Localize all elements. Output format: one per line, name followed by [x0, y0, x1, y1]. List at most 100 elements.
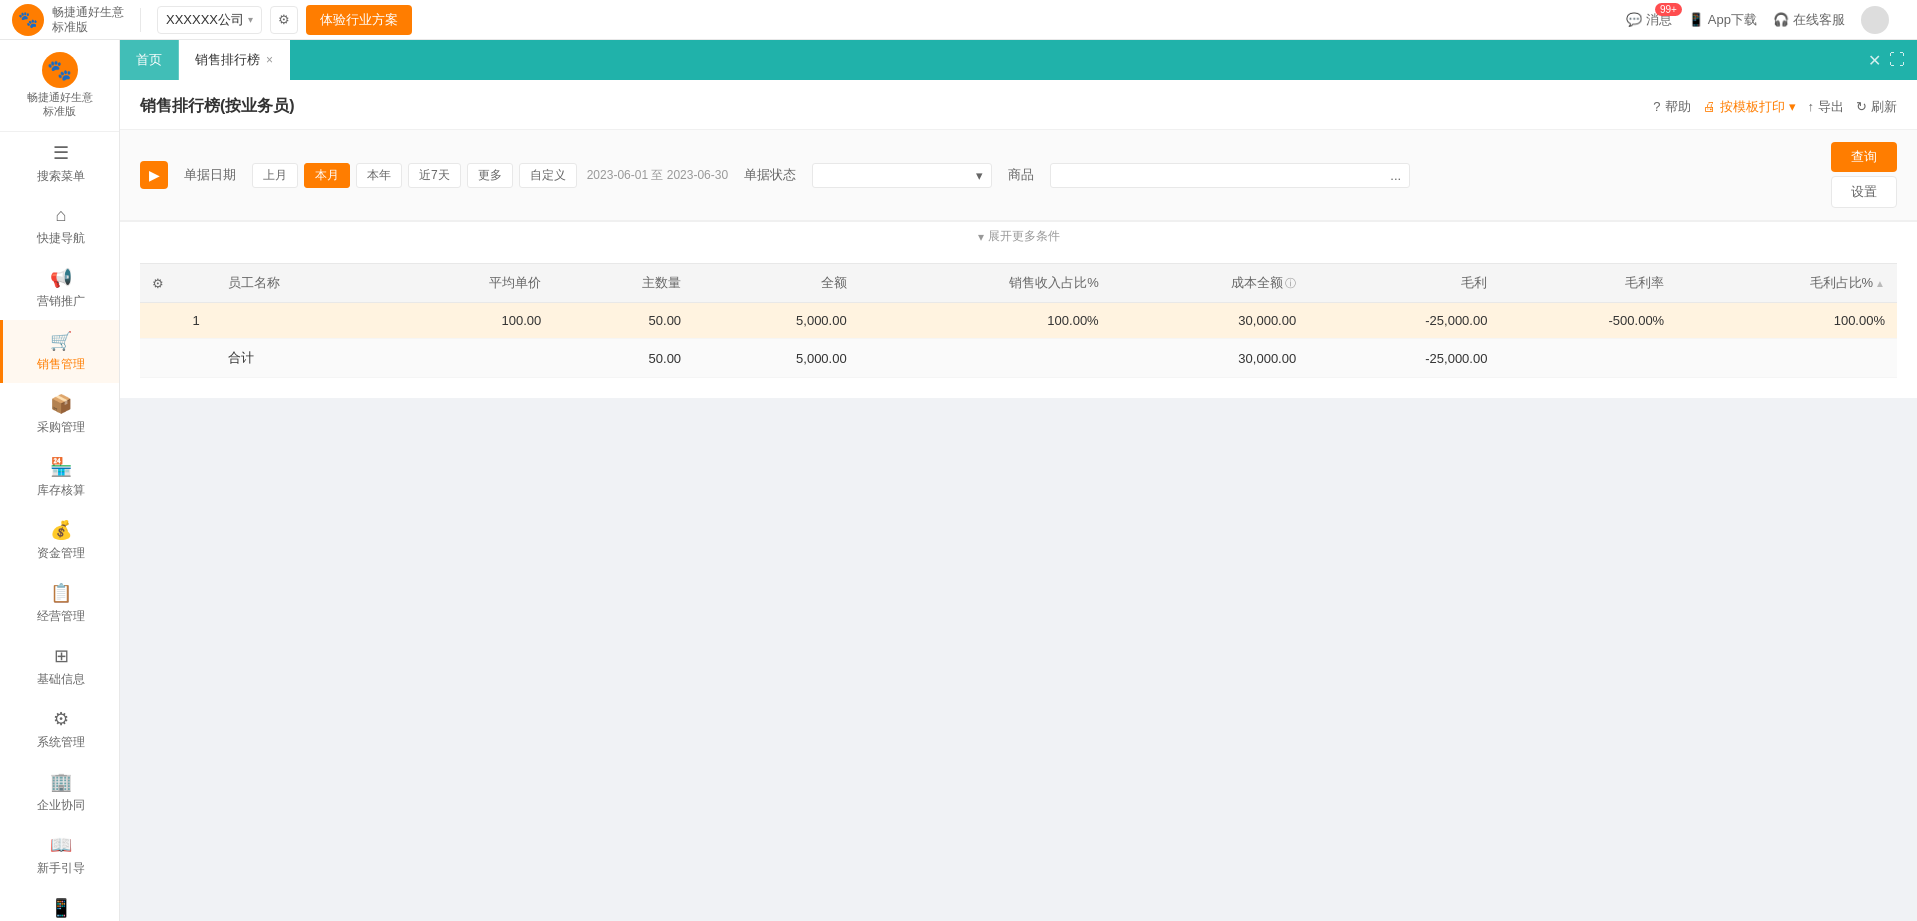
content-area: 首页 销售排行榜 × ✕ ⛶ 销售排行榜(按业务员) [120, 40, 1917, 921]
sidebar-item-label: 企业协同 [37, 797, 85, 814]
page-title: 销售排行榜(按业务员) [140, 96, 295, 117]
total-row: 合计 50.00 5,000.00 30,000.00 -25,000.00 [140, 339, 1897, 378]
marketing-icon: 📢 [50, 267, 72, 289]
status-select-chevron: ▾ [976, 168, 983, 183]
quantity-cell: 50.00 [553, 303, 693, 339]
col-gear[interactable]: ⚙ [140, 264, 176, 303]
tab-close-window-button[interactable]: ✕ [1868, 51, 1881, 70]
expand-more-label: 展开更多条件 [988, 228, 1060, 245]
app-download-button[interactable]: 📱 App下载 [1688, 11, 1757, 29]
message-badge: 99+ [1655, 3, 1682, 16]
sidebar-item-label: 搜索菜单 [37, 168, 85, 185]
query-button[interactable]: 查询 [1831, 142, 1897, 172]
date-btn-last-7-days[interactable]: 近7天 [408, 163, 461, 188]
sidebar-item-label: 经营管理 [37, 608, 85, 625]
settings-button[interactable]: 设置 [1831, 176, 1897, 208]
export-button[interactable]: ↑ 导出 [1808, 98, 1845, 116]
sidebar-item-finance[interactable]: 💰 资金管理 [0, 509, 119, 572]
tab-home[interactable]: 首页 [120, 40, 179, 80]
sidebar-item-label: 新手引导 [37, 860, 85, 877]
sidebar-item-enterprise[interactable]: 🏢 企业协同 [0, 761, 119, 824]
date-range-display: 2023-06-01 至 2023-06-30 [587, 167, 728, 184]
company-selector[interactable]: XXXXXX公司 ▾ [157, 6, 262, 34]
total-amount-cell: 5,000.00 [693, 339, 859, 378]
goods-filter-label: 商品 [1008, 166, 1034, 184]
sidebar-item-guide[interactable]: 📖 新手引导 [0, 824, 119, 887]
tab-sales-rank[interactable]: 销售排行榜 × [179, 40, 290, 80]
profit-pct-cell: 100.00% [1676, 303, 1897, 339]
sidebar-item-app-center[interactable]: 📱 应用中心 [0, 887, 119, 921]
row-gear-cell [140, 303, 176, 339]
basic-icon: ⊞ [54, 645, 69, 667]
total-profit-pct-cell [1676, 339, 1897, 378]
total-label-cell [140, 339, 216, 378]
employee-cell [216, 303, 385, 339]
data-table: ⚙ 员工名称 平均单价 主数量 全额 销售收入占比% 成本全额ⓘ [140, 263, 1897, 378]
goods-filter-select[interactable]: ... [1050, 163, 1410, 188]
tab-close-icon[interactable]: × [266, 53, 273, 67]
col-cost: 成本全额ⓘ [1111, 264, 1309, 303]
page-content: 销售排行榜(按业务员) ? 帮助 🖨 按模板打印 ▾ [120, 80, 1917, 921]
sales-icon: 🛒 [50, 330, 72, 352]
total-cost-cell: 30,000.00 [1111, 339, 1309, 378]
sidebar-item-label: 资金管理 [37, 545, 85, 562]
sidebar-item-operation[interactable]: 📋 经营管理 [0, 572, 119, 635]
headset-icon: 🎧 [1773, 12, 1789, 27]
sidebar-item-basic[interactable]: ⊞ 基础信息 [0, 635, 119, 698]
company-name: XXXXXX公司 [166, 11, 244, 29]
total-text-cell: 合计 [216, 339, 385, 378]
company-settings-button[interactable]: ⚙ [270, 6, 298, 34]
expand-more-icon: ▾ [978, 230, 984, 244]
sidebar-item-marketing[interactable]: 📢 营销推广 [0, 257, 119, 320]
table-header-row: ⚙ 员工名称 平均单价 主数量 全额 销售收入占比% 成本全额ⓘ [140, 264, 1897, 303]
status-filter-select[interactable]: ▾ [812, 163, 992, 188]
sidebar-item-system[interactable]: ⚙ 系统管理 [0, 698, 119, 761]
message-icon: 💬 [1626, 12, 1642, 27]
help-icon: ? [1653, 99, 1660, 114]
print-button[interactable]: 🖨 按模板打印 ▾ [1703, 98, 1796, 116]
table-row: 1 100.00 50.00 5,000.00 100.00% 30,000.0… [140, 303, 1897, 339]
top-bar-right: 💬 消息 99+ 📱 App下载 🎧 在线客服 [1626, 6, 1905, 34]
date-btn-custom[interactable]: 自定义 [519, 163, 577, 188]
date-btn-more[interactable]: 更多 [467, 163, 513, 188]
date-btn-last-month[interactable]: 上月 [252, 163, 298, 188]
expand-more-button[interactable]: ▾ 展开更多条件 [978, 228, 1060, 245]
col-profit: 毛利 [1308, 264, 1499, 303]
total-sales-pct-cell [859, 339, 1111, 378]
sidebar: 🐾 畅捷通好生意 标准版 ☰ 搜索菜单 ⌂ 快捷导航 📢 营销推广 🛒 销售 [0, 40, 120, 921]
sidebar-item-quick-nav[interactable]: ⌂ 快捷导航 [0, 195, 119, 257]
refresh-button[interactable]: ↻ 刷新 [1856, 98, 1897, 116]
mobile-icon: 📱 [1688, 12, 1704, 27]
col-employee: 员工名称 [216, 264, 385, 303]
sidebar-item-sales[interactable]: 🛒 销售管理 [0, 320, 119, 383]
col-rank-no [176, 264, 216, 303]
sidebar-logo: 🐾 畅捷通好生意 标准版 [0, 40, 119, 132]
sidebar-item-search[interactable]: ☰ 搜索菜单 [0, 132, 119, 195]
filter-collapse-button[interactable]: ▶ [140, 161, 168, 189]
guide-icon: 📖 [50, 834, 72, 856]
date-btn-this-month[interactable]: 本月 [304, 163, 350, 188]
message-button[interactable]: 💬 消息 99+ [1626, 11, 1672, 29]
tab-maximize-button[interactable]: ⛶ [1889, 51, 1905, 69]
date-btn-this-year[interactable]: 本年 [356, 163, 402, 188]
cost-cell: 30,000.00 [1111, 303, 1309, 339]
sidebar-item-purchase[interactable]: 📦 采购管理 [0, 383, 119, 446]
search-menu-icon: ☰ [53, 142, 69, 164]
refresh-icon: ↻ [1856, 99, 1867, 114]
top-bar: 🐾 畅捷通好生意 标准版 XXXXXX公司 ▾ ⚙ 体验行业方案 💬 消息 99… [0, 0, 1917, 40]
online-service-button[interactable]: 🎧 在线客服 [1773, 11, 1845, 29]
sidebar-item-inventory[interactable]: 🏪 库存核算 [0, 446, 119, 509]
cost-info-icon[interactable]: ⓘ [1285, 277, 1296, 289]
col-quantity: 主数量 [553, 264, 693, 303]
help-button[interactable]: ? 帮助 [1653, 98, 1690, 116]
profit-rate-cell: -500.00% [1499, 303, 1676, 339]
trial-button[interactable]: 体验行业方案 [306, 5, 412, 35]
total-quantity-cell: 50.00 [553, 339, 693, 378]
user-avatar[interactable] [1861, 6, 1889, 34]
col-profit-pct: 毛利占比%▲ [1676, 264, 1897, 303]
sidebar-item-label: 销售管理 [37, 356, 85, 373]
profit-pct-sort-icon[interactable]: ▲ [1875, 278, 1885, 289]
home-icon: ⌂ [56, 205, 67, 226]
sales-pct-cell: 100.00% [859, 303, 1111, 339]
home-tab-label: 首页 [136, 51, 162, 69]
